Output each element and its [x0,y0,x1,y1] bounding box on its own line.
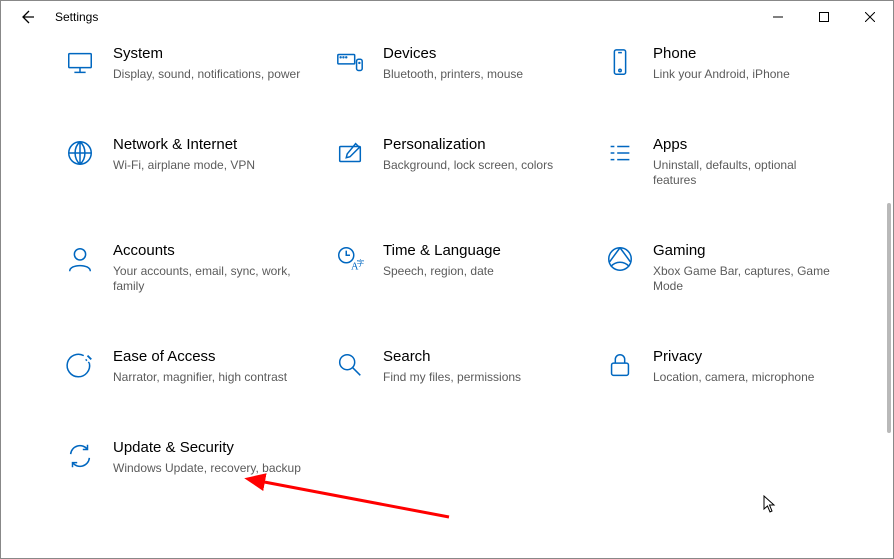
mouse-cursor [763,495,777,518]
tile-accounts[interactable]: Accounts Your accounts, email, sync, wor… [63,242,323,294]
settings-window: Settings System Display, sound, notifi [0,0,894,559]
gaming-icon [603,242,637,276]
back-button[interactable] [5,1,49,33]
tile-phone[interactable]: Phone Link your Android, iPhone [603,45,863,82]
tile-time-language[interactable]: A字 Time & Language Speech, region, date [333,242,593,294]
back-arrow-icon [19,9,35,25]
tile-desc: Bluetooth, printers, mouse [383,67,523,82]
vertical-scrollbar[interactable] [887,203,891,433]
tile-title: Time & Language [383,242,501,260]
tile-title: Search [383,348,521,366]
tile-system[interactable]: System Display, sound, notifications, po… [63,45,323,82]
tile-desc: Your accounts, email, sync, work, family [113,264,303,294]
tile-desc: Location, camera, microphone [653,370,814,385]
tile-update-security[interactable]: Update & Security Windows Update, recove… [63,439,323,476]
tile-title: Ease of Access [113,348,287,366]
personalization-icon [333,136,367,170]
tile-desc: Windows Update, recovery, backup [113,461,301,476]
tile-title: Update & Security [113,439,301,457]
tile-title: Accounts [113,242,303,260]
tile-gaming[interactable]: Gaming Xbox Game Bar, captures, Game Mod… [603,242,863,294]
tile-desc: Background, lock screen, colors [383,158,553,173]
close-icon [865,12,875,22]
privacy-icon [603,348,637,382]
content-area: System Display, sound, notifications, po… [1,33,893,558]
ease-of-access-icon [63,348,97,382]
tile-desc: Link your Android, iPhone [653,67,790,82]
maximize-icon [819,12,829,22]
tile-title: Network & Internet [113,136,255,154]
update-security-icon [63,439,97,473]
svg-text:字: 字 [357,258,365,268]
title-bar: Settings [1,1,893,33]
tile-ease-of-access[interactable]: Ease of Access Narrator, magnifier, high… [63,348,323,385]
tile-title: Privacy [653,348,814,366]
tile-personalization[interactable]: Personalization Background, lock screen,… [333,136,593,188]
tile-desc: Speech, region, date [383,264,501,279]
apps-icon [603,136,637,170]
tile-network[interactable]: Network & Internet Wi-Fi, airplane mode,… [63,136,323,188]
maximize-button[interactable] [801,1,847,33]
tile-title: System [113,45,300,63]
tile-apps[interactable]: Apps Uninstall, defaults, optional featu… [603,136,863,188]
tile-title: Phone [653,45,790,63]
network-icon [63,136,97,170]
devices-icon [333,45,367,79]
time-language-icon: A字 [333,242,367,276]
tile-title: Devices [383,45,523,63]
tile-search[interactable]: Search Find my files, permissions [333,348,593,385]
tile-privacy[interactable]: Privacy Location, camera, microphone [603,348,863,385]
tile-title: Gaming [653,242,843,260]
tile-desc: Xbox Game Bar, captures, Game Mode [653,264,843,294]
phone-icon [603,45,637,79]
tile-desc: Wi-Fi, airplane mode, VPN [113,158,255,173]
tile-desc: Find my files, permissions [383,370,521,385]
window-title: Settings [55,10,98,24]
search-icon [333,348,367,382]
accounts-icon [63,242,97,276]
tile-desc: Narrator, magnifier, high contrast [113,370,287,385]
tile-title: Apps [653,136,843,154]
system-icon [63,45,97,79]
tile-desc: Uninstall, defaults, optional features [653,158,843,188]
minimize-icon [773,12,783,22]
tile-desc: Display, sound, notifications, power [113,67,300,82]
settings-grid: System Display, sound, notifications, po… [1,33,893,476]
tile-devices[interactable]: Devices Bluetooth, printers, mouse [333,45,593,82]
close-button[interactable] [847,1,893,33]
tile-title: Personalization [383,136,553,154]
minimize-button[interactable] [755,1,801,33]
